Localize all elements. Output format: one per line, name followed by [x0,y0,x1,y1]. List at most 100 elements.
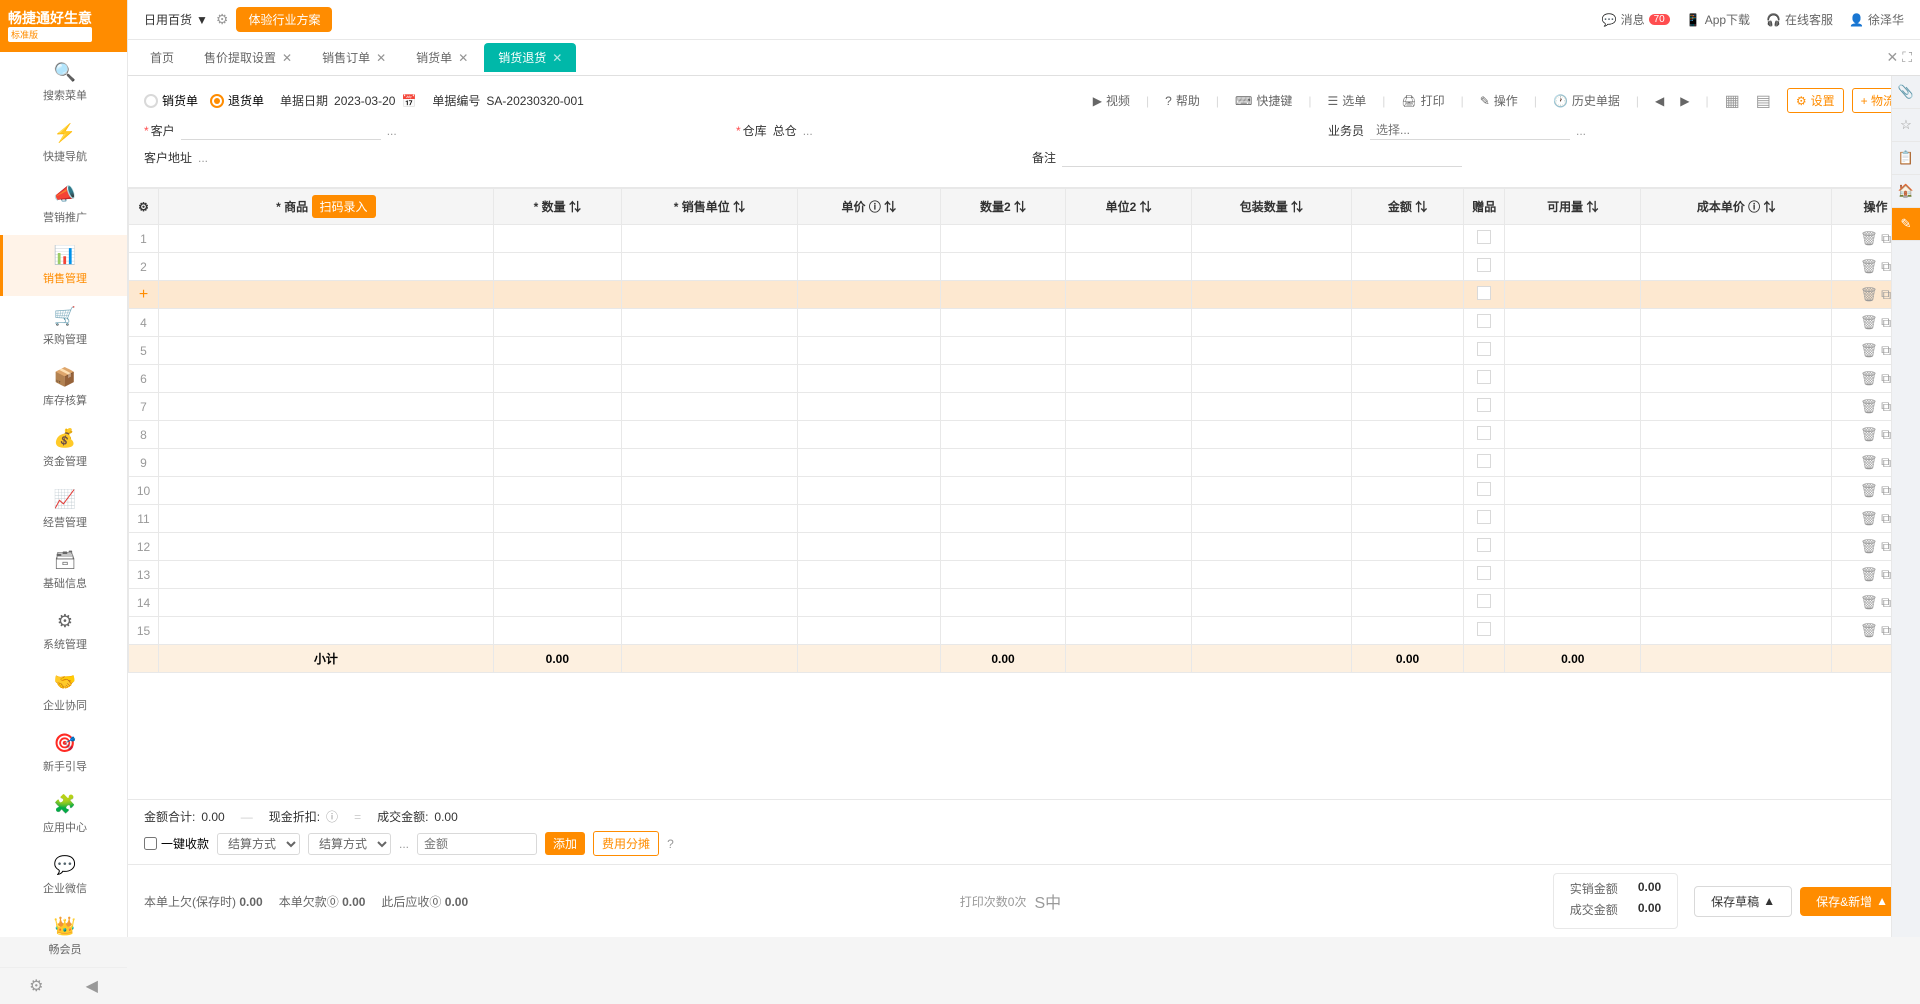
row-unit2-13[interactable] [1066,561,1192,589]
row-available-3[interactable] [1505,281,1641,309]
add-payment-button[interactable]: 添加 [545,832,585,855]
gift-checkbox-9[interactable] [1477,454,1491,468]
maximize-icon[interactable]: ⛶ [1902,49,1912,66]
sidebar-item-inventory[interactable]: 📦 库存核算 [0,357,127,418]
row-gift-11[interactable] [1464,505,1505,533]
row-amount-2[interactable] [1351,253,1463,281]
video-btn[interactable]: ▶ 视频 [1093,92,1130,109]
row-unit-14[interactable] [621,589,797,617]
copy-row-3[interactable]: ⧉ [1881,286,1891,302]
row-unit2-5[interactable] [1066,337,1192,365]
row-gift-14[interactable] [1464,589,1505,617]
row-pkg-qty-2[interactable] [1191,253,1351,281]
rfb-4[interactable]: 🏠 [1892,175,1920,208]
gift-checkbox-4[interactable] [1477,314,1491,328]
row-unit-7[interactable] [621,393,797,421]
row-available-1[interactable] [1505,225,1641,253]
row-amount-1[interactable] [1351,225,1463,253]
settings-icon[interactable]: ⚙ [29,976,43,996]
row-pkg-qty-7[interactable] [1191,393,1351,421]
delete-row-7[interactable]: 🗑 [1860,398,1878,414]
tab-price-setting[interactable]: 售价提取设置✕ [190,43,306,72]
close-window-icon[interactable]: ✕ [1886,49,1898,66]
gift-checkbox-2[interactable] [1477,258,1491,272]
row-available-4[interactable] [1505,309,1641,337]
copy-row-1[interactable]: ⧉ [1881,230,1891,246]
row-gift-3[interactable] [1464,281,1505,309]
help-btn[interactable]: ? 帮助 [1165,92,1200,109]
collapse-icon[interactable]: ◀ [86,976,98,996]
row-qty2-4[interactable] [940,309,1066,337]
sidebar-item-purchase[interactable]: 🛒 采购管理 [0,296,127,357]
topbar-gear-icon[interactable]: ⚙ [216,11,229,28]
row-gift-13[interactable] [1464,561,1505,589]
row-product-5[interactable] [159,337,494,365]
tab-close-sales-order[interactable]: ✕ [376,51,386,65]
row-unit-13[interactable] [621,561,797,589]
tab-sales-return[interactable]: 销货退货✕ [484,43,576,72]
delete-row-14[interactable]: 🗑 [1860,594,1878,610]
add-row-button[interactable]: + [139,286,148,303]
customer-dots[interactable]: ... [387,124,397,138]
gift-checkbox-15[interactable] [1477,622,1491,636]
delete-row-6[interactable]: 🗑 [1860,370,1878,386]
row-amount-13[interactable] [1351,561,1463,589]
gift-checkbox-1[interactable] [1477,230,1491,244]
row-qty2-2[interactable] [940,253,1066,281]
row-unit2-14[interactable] [1066,589,1192,617]
row-price-15[interactable] [797,617,940,645]
row-product-8[interactable] [159,421,494,449]
product-input-3[interactable] [165,288,487,302]
remark-input[interactable] [1062,148,1462,167]
one-click-checkbox[interactable] [144,837,157,850]
row-qty2-7[interactable] [940,393,1066,421]
row-qty-4[interactable] [493,309,621,337]
row-available-10[interactable] [1505,477,1641,505]
row-cost-price-4[interactable] [1641,309,1832,337]
tab-close-sales-delivery[interactable]: ✕ [458,51,468,65]
gift-checkbox-8[interactable] [1477,426,1491,440]
row-cost-price-6[interactable] [1641,365,1832,393]
row-unit-10[interactable] [621,477,797,505]
row-unit2-8[interactable] [1066,421,1192,449]
copy-row-6[interactable]: ⧉ [1881,370,1891,386]
row-qty-15[interactable] [493,617,621,645]
row-cost-price-10[interactable] [1641,477,1832,505]
gift-checkbox-10[interactable] [1477,482,1491,496]
row-pkg-qty-14[interactable] [1191,589,1351,617]
user-item[interactable]: 👤 徐泽华 [1849,11,1904,28]
customer-input[interactable] [181,121,381,140]
row-price-10[interactable] [797,477,940,505]
col-settings[interactable]: ⚙ [129,189,159,225]
row-unit-8[interactable] [621,421,797,449]
row-available-2[interactable] [1505,253,1641,281]
sidebar-item-wechat[interactable]: 💬 企业微信 [0,845,127,906]
row-qty-11[interactable] [493,505,621,533]
experience-button[interactable]: 体验行业方案 [236,7,332,32]
row-cost-price-15[interactable] [1641,617,1832,645]
row-unit2-1[interactable] [1066,225,1192,253]
tab-sales-delivery[interactable]: 销货单✕ [402,43,482,72]
row-price-13[interactable] [797,561,940,589]
row-gift-2[interactable] [1464,253,1505,281]
row-unit2-6[interactable] [1066,365,1192,393]
row-pkg-qty-4[interactable] [1191,309,1351,337]
row-amount-15[interactable] [1351,617,1463,645]
sidebar-item-apps[interactable]: 🧩 应用中心 [0,784,127,845]
row-qty-3[interactable] [493,281,621,309]
help-discount-icon[interactable]: ⓘ [326,808,338,825]
tab-close-sales-return[interactable]: ✕ [552,51,562,65]
row-qty-13[interactable] [493,561,621,589]
row-product-13[interactable] [159,561,494,589]
row-available-13[interactable] [1505,561,1641,589]
tab-close-price-setting[interactable]: ✕ [282,51,292,65]
row-unit2-10[interactable] [1066,477,1192,505]
sidebar-item-operation[interactable]: 📈 经营管理 [0,479,127,540]
row-amount-10[interactable] [1351,477,1463,505]
sidebar-item-marketing[interactable]: 📣 营销推广 [0,174,127,235]
row-product-11[interactable] [159,505,494,533]
row-qty2-10[interactable] [940,477,1066,505]
row-product-15[interactable] [159,617,494,645]
row-price-2[interactable] [797,253,940,281]
row-price-5[interactable] [797,337,940,365]
